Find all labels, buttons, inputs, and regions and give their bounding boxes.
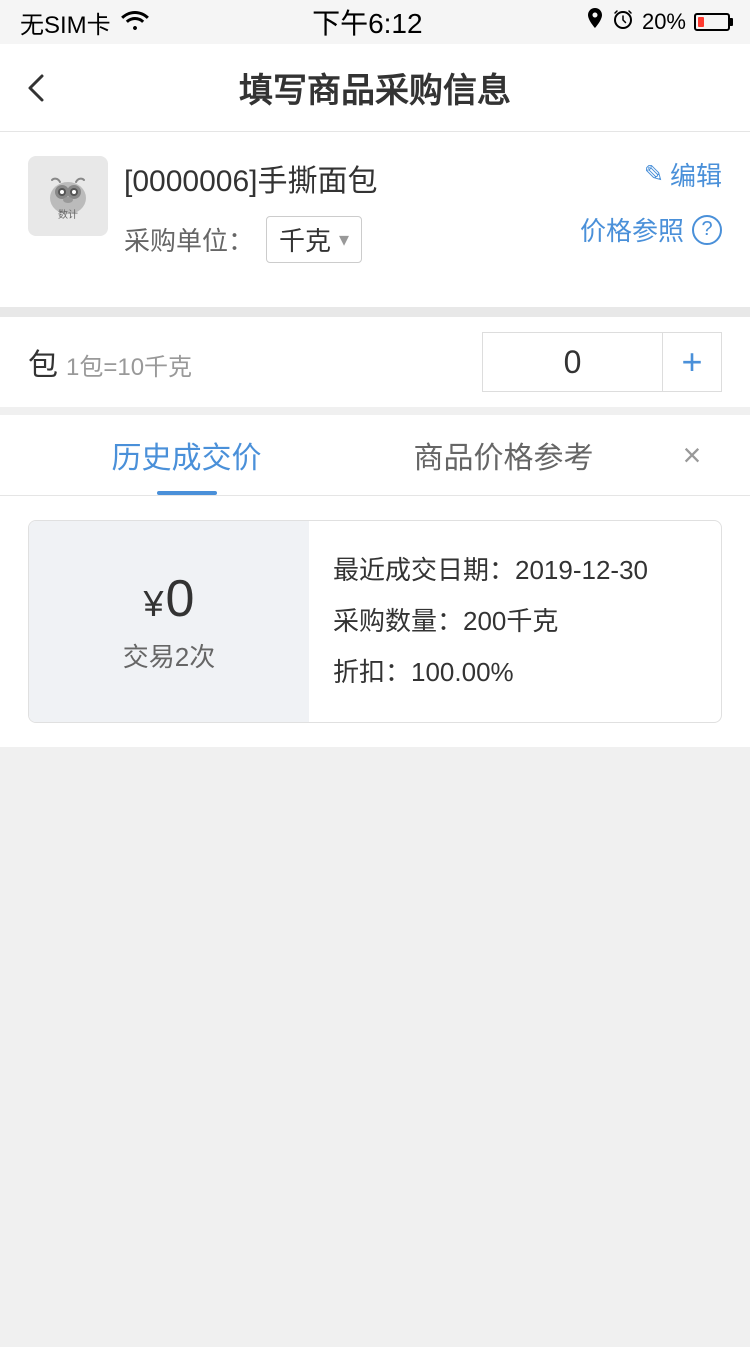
help-icon[interactable]: ? (692, 215, 722, 245)
page-title: 填写商品采购信息 (239, 63, 511, 112)
back-button[interactable] (24, 68, 48, 108)
transaction-summary: ¥ 0 交易2次 (29, 521, 309, 722)
quantity-label-area: 包 1包=10千克 (28, 340, 192, 384)
transaction-list: ¥ 0 交易2次 最近成交日期：2019-12-30 采购数量：200千克 折扣… (0, 496, 750, 747)
wifi-icon (121, 8, 149, 37)
battery-percent: 20% (642, 9, 686, 35)
product-thumbnail: 数计 (28, 156, 108, 236)
quantity-conversion-label: 1包=10千克 (66, 347, 192, 382)
battery-icon (694, 13, 730, 31)
location-icon (586, 8, 604, 36)
unit-value: 千克 (279, 221, 331, 258)
purchase-qty-row: 采购数量：200千克 (333, 602, 697, 641)
unit-select[interactable]: 千克 ▾ (266, 216, 362, 263)
product-name: [0000006]手撕面包 (124, 156, 580, 200)
tab-active-indicator (157, 491, 217, 495)
transaction-count: 交易2次 (123, 637, 215, 674)
tab-history-price[interactable]: 历史成交价 (28, 415, 345, 495)
product-card: 数计 [0000006]手撕面包 采购单位： 千克 ▾ ✎ 编辑 (0, 132, 750, 307)
status-carrier: 无SIM卡 (20, 5, 149, 40)
quantity-input[interactable] (482, 332, 662, 392)
status-bar: 无SIM卡 下午6:12 20% (0, 0, 750, 44)
transaction-price: ¥ 0 (144, 569, 195, 629)
discount-row: 折扣：100.00% (333, 653, 697, 692)
main-content (0, 747, 750, 1347)
tab-price-reference[interactable]: 商品价格参考 (345, 415, 662, 495)
recent-date-row: 最近成交日期：2019-12-30 (333, 551, 697, 590)
quantity-plus-button[interactable]: + (662, 332, 722, 392)
chevron-down-icon: ▾ (339, 227, 349, 252)
transaction-card: ¥ 0 交易2次 最近成交日期：2019-12-30 采购数量：200千克 折扣… (28, 520, 722, 723)
tab-close-button[interactable]: × (662, 415, 722, 495)
quantity-input-area: + (482, 332, 722, 392)
price-ref-button[interactable]: 价格参照 ? (580, 211, 722, 248)
transaction-details: 最近成交日期：2019-12-30 采购数量：200千克 折扣：100.00% (309, 521, 721, 722)
section-divider (0, 307, 750, 317)
quantity-row: 包 1包=10千克 + (0, 317, 750, 407)
product-header: 数计 [0000006]手撕面包 采购单位： 千克 ▾ ✎ 编辑 (28, 156, 722, 263)
price-ref-actions: ✎ 编辑 价格参照 ? (580, 156, 722, 248)
alarm-icon (612, 8, 634, 36)
purchase-unit-label: 采购单位： (124, 221, 254, 258)
purchase-unit-row: 采购单位： 千克 ▾ (124, 216, 580, 263)
svg-text:数计: 数计 (58, 208, 78, 221)
edit-icon: ✎ (644, 160, 664, 189)
edit-button[interactable]: ✎ 编辑 (644, 156, 722, 193)
tabs-section: 历史成交价 商品价格参考 × ¥ 0 交易2次 最近成交日期：2019-12-3… (0, 415, 750, 747)
price-value: 0 (166, 569, 195, 629)
status-time: 下午6:12 (312, 2, 423, 42)
tabs-header: 历史成交价 商品价格参考 × (0, 415, 750, 496)
nav-bar: 填写商品采购信息 (0, 44, 750, 132)
product-left: 数计 [0000006]手撕面包 采购单位： 千克 ▾ (28, 156, 580, 263)
currency-symbol: ¥ (144, 583, 164, 625)
product-info: [0000006]手撕面包 采购单位： 千克 ▾ (124, 156, 580, 263)
quantity-unit-label: 包 (28, 340, 58, 384)
status-indicators: 20% (586, 8, 730, 36)
